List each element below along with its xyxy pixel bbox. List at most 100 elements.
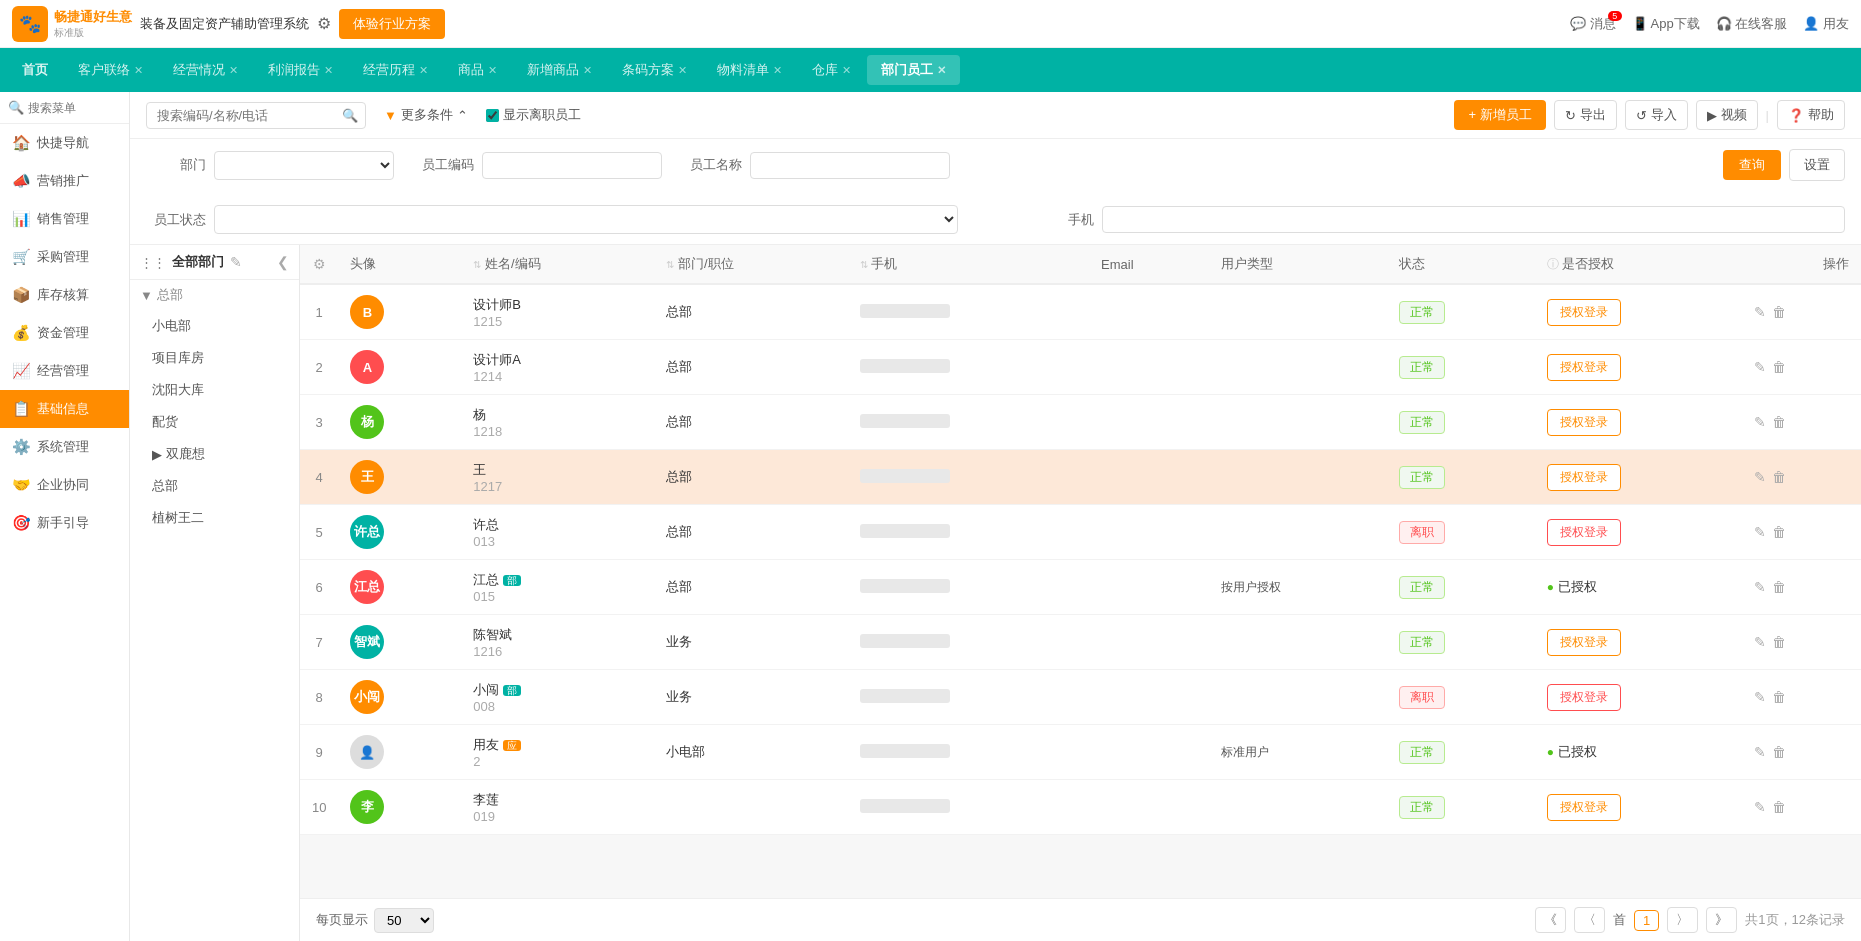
auth-login-button[interactable]: 授权登录: [1547, 299, 1621, 326]
edit-icon[interactable]: ✎: [1754, 469, 1766, 485]
sort-icon-name[interactable]: ⇅: [473, 259, 481, 270]
settings-icon[interactable]: ⚙: [313, 256, 326, 272]
dept-item-project[interactable]: 项目库房: [130, 342, 299, 374]
auth-login-button[interactable]: 授权登录: [1547, 629, 1621, 656]
show-resigned-input[interactable]: [486, 109, 499, 122]
filter-dept-select[interactable]: [214, 151, 394, 180]
current-page[interactable]: 1: [1634, 910, 1659, 931]
tab-customer[interactable]: 客户联络 ✕: [64, 55, 157, 85]
edit-icon[interactable]: ✎: [1754, 579, 1766, 595]
delete-icon[interactable]: 🗑: [1772, 304, 1786, 320]
edit-icon[interactable]: ✎: [1754, 634, 1766, 650]
tab-profit[interactable]: 利润报告 ✕: [254, 55, 347, 85]
delete-icon[interactable]: 🗑: [1772, 524, 1786, 540]
search-input[interactable]: [146, 102, 366, 129]
sidebar-search-input[interactable]: [28, 101, 130, 115]
edit-icon[interactable]: ✎: [230, 254, 242, 270]
status-badge: 正常: [1399, 796, 1445, 819]
sidebar-item-finance[interactable]: 💰 资金管理: [0, 314, 129, 352]
export-button[interactable]: ↻ 导出: [1554, 100, 1617, 130]
auth-login-button[interactable]: 授权登录: [1547, 409, 1621, 436]
delete-icon[interactable]: 🗑: [1772, 414, 1786, 430]
all-dept-label[interactable]: 全部部门: [172, 253, 224, 271]
message-area[interactable]: 💬 消息 5: [1570, 15, 1616, 33]
tab-new-goods[interactable]: 新增商品 ✕: [513, 55, 606, 85]
delete-icon[interactable]: 🗑: [1772, 469, 1786, 485]
delete-icon[interactable]: 🗑: [1772, 799, 1786, 815]
tab-operation[interactable]: 经营情况 ✕: [159, 55, 252, 85]
table-row: 2 A 设计师A1214 总部 正常 授权登录 ✎ 🗑: [300, 340, 1861, 395]
sidebar-item-sales[interactable]: 📊 销售管理: [0, 200, 129, 238]
dept-item-headquarters[interactable]: 总部: [130, 470, 299, 502]
filter-empname-input[interactable]: [750, 152, 950, 179]
help-button[interactable]: ❓ 帮助: [1777, 100, 1845, 130]
delete-icon[interactable]: 🗑: [1772, 689, 1786, 705]
dept-item-small-elec[interactable]: 小电部: [130, 310, 299, 342]
trial-button[interactable]: 体验行业方案: [339, 9, 445, 39]
sidebar-item-basic-info[interactable]: 📋 基础信息: [0, 390, 129, 428]
add-employee-button[interactable]: + 新增员工: [1454, 100, 1545, 130]
auth-login-button[interactable]: 授权登录: [1547, 464, 1621, 491]
delete-icon[interactable]: 🗑: [1772, 744, 1786, 760]
filter-empcode-input[interactable]: [482, 152, 662, 179]
view-button[interactable]: ▶ 视频: [1696, 100, 1758, 130]
edit-icon[interactable]: ✎: [1754, 689, 1766, 705]
delete-icon[interactable]: 🗑: [1772, 359, 1786, 375]
edit-icon[interactable]: ✎: [1754, 799, 1766, 815]
tab-barcode[interactable]: 条码方案 ✕: [608, 55, 701, 85]
toolbar: 🔍 ▼ 更多条件 ⌃ 显示离职员工 + 新增员工 ↻ 导出 ↺ 导入: [130, 92, 1861, 139]
delete-icon[interactable]: 🗑: [1772, 634, 1786, 650]
dept-item-distribution[interactable]: 配货: [130, 406, 299, 438]
auth-login-button[interactable]: 授权登录: [1547, 684, 1621, 711]
sort-icon-dept[interactable]: ⇅: [666, 259, 674, 270]
prev-page-btn[interactable]: 〈: [1574, 907, 1605, 933]
query-button[interactable]: 查询: [1723, 150, 1781, 180]
sort-icon-phone[interactable]: ⇅: [860, 259, 868, 270]
tab-goods[interactable]: 商品 ✕: [444, 55, 511, 85]
sidebar-item-marketing[interactable]: 📣 营销推广: [0, 162, 129, 200]
first-page-btn[interactable]: 《: [1535, 907, 1566, 933]
gear-icon[interactable]: ⚙: [317, 14, 331, 33]
sidebar-item-collab[interactable]: 🤝 企业协同: [0, 466, 129, 504]
tab-dept-staff[interactable]: 部门员工 ✕: [867, 55, 960, 85]
dept-item-shuanglu[interactable]: ▶ 双鹿想: [130, 438, 299, 470]
last-page-btn[interactable]: 》: [1706, 907, 1737, 933]
edit-icon[interactable]: ✎: [1754, 304, 1766, 320]
dept-item-zhishu[interactable]: 植树王二: [130, 502, 299, 534]
sidebar-item-inventory[interactable]: 📦 库存核算: [0, 276, 129, 314]
edit-icon[interactable]: ✎: [1754, 359, 1766, 375]
tab-home[interactable]: 首页: [8, 55, 62, 85]
edit-icon[interactable]: ✎: [1754, 744, 1766, 760]
sidebar-item-business[interactable]: 📈 经营管理: [0, 352, 129, 390]
filter-phone-input[interactable]: [1102, 206, 1846, 233]
auth-login-button[interactable]: 授权登录: [1547, 794, 1621, 821]
online-service[interactable]: 🎧 在线客服: [1716, 15, 1788, 33]
setting-button[interactable]: 设置: [1789, 149, 1845, 181]
more-filter-btn[interactable]: ▼ 更多条件 ⌃: [376, 102, 476, 128]
row-auth: ● 已授权: [1535, 725, 1743, 780]
sidebar-item-guide[interactable]: 🎯 新手引导: [0, 504, 129, 542]
tab-material[interactable]: 物料清单 ✕: [703, 55, 796, 85]
import-button[interactable]: ↺ 导入: [1625, 100, 1688, 130]
next-page-btn[interactable]: 〉: [1667, 907, 1698, 933]
page-size-select[interactable]: 50 100: [374, 908, 434, 933]
user-area[interactable]: 👤 用友: [1803, 15, 1849, 33]
row-num: 2: [300, 340, 338, 395]
sidebar-item-purchase[interactable]: 🛒 采购管理: [0, 238, 129, 276]
row-dept: 小电部: [654, 725, 847, 780]
edit-icon[interactable]: ✎: [1754, 524, 1766, 540]
sidebar-item-system[interactable]: ⚙️ 系统管理: [0, 428, 129, 466]
show-resigned-checkbox[interactable]: 显示离职员工: [486, 106, 581, 124]
sidebar-item-quick-nav[interactable]: 🏠 快捷导航: [0, 124, 129, 162]
tab-history[interactable]: 经营历程 ✕: [349, 55, 442, 85]
app-download[interactable]: 📱 App下载: [1632, 15, 1700, 33]
filter-status-select[interactable]: [214, 205, 958, 234]
dept-item-shenyang[interactable]: 沈阳大库: [130, 374, 299, 406]
info-icon[interactable]: ⓘ: [1547, 257, 1559, 271]
auth-login-button[interactable]: 授权登录: [1547, 354, 1621, 381]
collapse-icon[interactable]: ❮: [277, 254, 289, 270]
edit-icon[interactable]: ✎: [1754, 414, 1766, 430]
auth-login-button[interactable]: 授权登录: [1547, 519, 1621, 546]
delete-icon[interactable]: 🗑: [1772, 579, 1786, 595]
tab-warehouse[interactable]: 仓库 ✕: [798, 55, 865, 85]
